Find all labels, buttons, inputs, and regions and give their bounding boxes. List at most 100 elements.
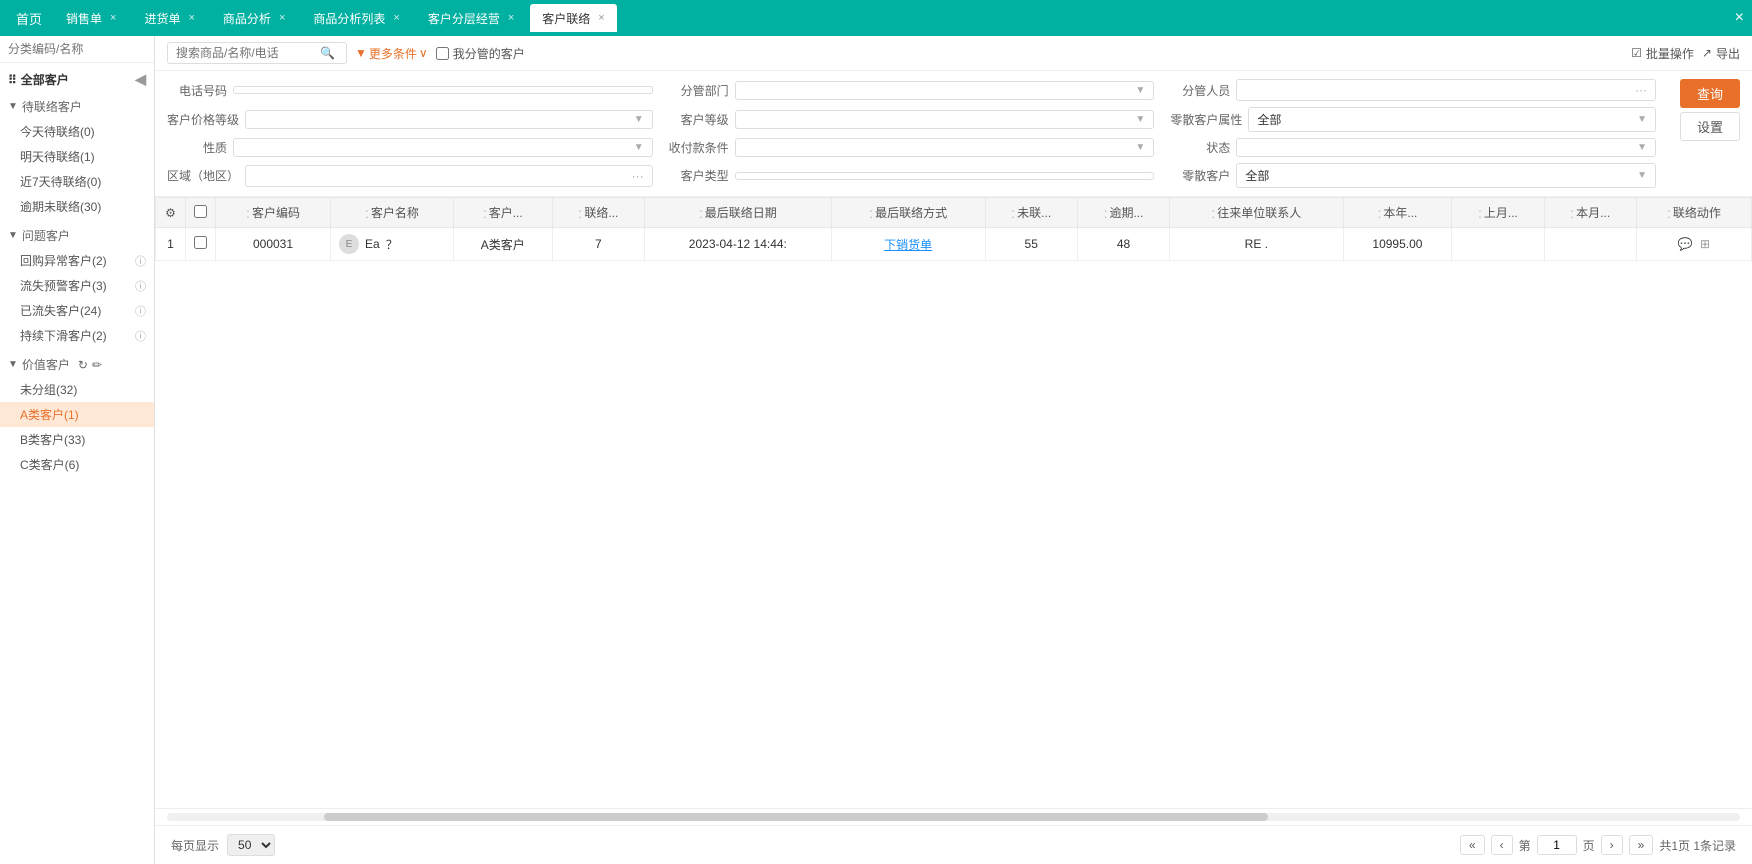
sidebar-item-repurchase-abnormal[interactable]: 回购异常客户(2) ⓘ: [0, 248, 154, 273]
row-checkbox[interactable]: [186, 228, 216, 261]
retail-attr-select[interactable]: 全部▼: [1248, 107, 1656, 132]
section-value-title[interactable]: ▼ 价值客户 ↻ ✏: [0, 352, 154, 377]
sidebar-item-churn-warning[interactable]: 流失预警客户(3) ⓘ: [0, 273, 154, 298]
export-button[interactable]: ↗ 导出: [1702, 45, 1740, 62]
tab-goods-analysis[interactable]: 商品分析 ×: [211, 4, 297, 32]
dept-label: 分管部门: [669, 82, 729, 99]
section-pending-contact-title[interactable]: ▼ 待联络客户: [0, 94, 154, 119]
status-select[interactable]: ▼: [1236, 138, 1656, 157]
customer-level-select[interactable]: ▼: [735, 110, 1155, 129]
all-customers-label[interactable]: 全部客户: [21, 71, 69, 88]
region-input[interactable]: ···: [245, 165, 653, 187]
tab-customer-contact-close[interactable]: ×: [598, 12, 604, 24]
tab-customer-segment-label: 客户分层经营: [428, 10, 500, 27]
chevron-icon-6: ▼: [1135, 142, 1145, 153]
sidebar-item-overdue-contact[interactable]: 逾期未联络(30): [0, 194, 154, 219]
person-input[interactable]: ···: [1236, 79, 1656, 101]
sidebar-item-7days-contact[interactable]: 近7天待联络(0): [0, 169, 154, 194]
customer-name-text[interactable]: Ea: [365, 237, 380, 251]
info-icon-3[interactable]: ⓘ: [135, 303, 146, 319]
scroll-thumb[interactable]: [324, 813, 1268, 821]
prev-page-button[interactable]: ‹: [1491, 835, 1513, 855]
query-button[interactable]: 查询: [1680, 79, 1740, 108]
customer-level-label: 客户等级: [669, 111, 729, 128]
per-page-select[interactable]: 50: [227, 834, 275, 856]
retail-customer-select[interactable]: 全部▼: [1236, 163, 1656, 188]
nav-home[interactable]: 首页: [8, 9, 50, 28]
row-last-method[interactable]: 下销货单: [831, 228, 985, 261]
tab-customer-contact-label: 客户联络: [542, 10, 590, 27]
price-level-select[interactable]: ▼: [245, 110, 653, 129]
scroll-track[interactable]: [167, 813, 1740, 821]
phone-label: 电话号码: [167, 82, 227, 99]
sidebar-item-today-label: 今天待联络(0): [20, 123, 95, 140]
phone-input[interactable]: [233, 86, 653, 94]
payment-select[interactable]: ▼: [735, 138, 1155, 157]
info-icon-2[interactable]: ⓘ: [135, 278, 146, 294]
label: 持续下滑客户(2): [20, 327, 107, 344]
table-area: ⚙ 客户编码 客户名称 客户...: [155, 197, 1752, 808]
page-number-input[interactable]: [1537, 835, 1577, 855]
tab-goods-list-close[interactable]: ×: [393, 12, 399, 24]
tab-purchase[interactable]: 进货单 ×: [132, 4, 206, 32]
grid-action-icon[interactable]: ⊞: [1700, 237, 1710, 251]
nature-select[interactable]: ▼: [233, 138, 653, 157]
tab-customer-segment[interactable]: 客户分层经营 ×: [416, 4, 526, 32]
row-last-date: 2023-04-12 14:44:: [645, 228, 832, 261]
sidebar-item-churned[interactable]: 已流失客户(24) ⓘ: [0, 298, 154, 323]
info-icon-4[interactable]: ⓘ: [135, 328, 146, 344]
total-info: 共1页 1条记录: [1659, 837, 1736, 854]
tab-goods-analysis-close[interactable]: ×: [279, 12, 285, 24]
tab-sales[interactable]: 销售单 ×: [54, 4, 128, 32]
horizontal-scrollbar[interactable]: [155, 808, 1752, 825]
th-action: 联络动作: [1636, 198, 1751, 228]
select-all-checkbox[interactable]: [194, 205, 207, 218]
customer-type-input[interactable]: [735, 172, 1155, 180]
row-actions[interactable]: 💬 ⊞: [1636, 228, 1751, 261]
tab-purchase-close[interactable]: ×: [188, 12, 194, 24]
sidebar-item-declining[interactable]: 持续下滑客户(2) ⓘ: [0, 323, 154, 348]
my-customers-checkbox[interactable]: 我分管的客户: [436, 45, 525, 62]
sidebar-item-unclassified[interactable]: 未分组(32): [0, 377, 154, 402]
sidebar-item-tomorrow-contact[interactable]: 明天待联络(1): [0, 144, 154, 169]
info-icon[interactable]: ⓘ: [135, 253, 146, 269]
row-select-checkbox[interactable]: [194, 236, 207, 249]
tab-sales-close[interactable]: ×: [110, 12, 116, 24]
sidebar-item-a-class[interactable]: A类客户(1): [0, 402, 154, 427]
first-page-button[interactable]: «: [1460, 835, 1485, 855]
refresh-icon[interactable]: ↻: [78, 358, 88, 372]
sidebar-search-input[interactable]: [8, 42, 155, 56]
gear-icon[interactable]: ⚙: [165, 206, 176, 220]
more-conditions-button[interactable]: ▼ 更多条件 ∨: [355, 45, 428, 62]
chat-icon[interactable]: 💬: [1678, 237, 1693, 251]
tab-customer-segment-close[interactable]: ×: [508, 12, 514, 24]
sidebar-item-c-class[interactable]: C类客户(6): [0, 452, 154, 477]
filter-search-container: 🔍: [167, 42, 347, 64]
page-label: 第: [1519, 837, 1531, 854]
last-page-button[interactable]: »: [1629, 835, 1654, 855]
batch-operation-button[interactable]: ☑ 批量操作: [1631, 45, 1694, 62]
th-last-date: 最后联络日期: [645, 198, 832, 228]
filter-search-icon[interactable]: 🔍: [320, 46, 335, 60]
tab-customer-contact[interactable]: 客户联络 ×: [530, 4, 616, 32]
chevron-icon-5: ▼: [634, 142, 644, 153]
th-settings[interactable]: ⚙: [156, 198, 186, 228]
my-customers-checkbox-input[interactable]: [436, 47, 449, 60]
section-problem-title[interactable]: ▼ 问题客户: [0, 223, 154, 248]
sidebar-collapse-button[interactable]: ◀: [135, 71, 146, 88]
next-page-button[interactable]: ›: [1601, 835, 1623, 855]
th-checkbox[interactable]: [186, 198, 216, 228]
sidebar-item-b-class[interactable]: B类客户(33): [0, 427, 154, 452]
settings-button[interactable]: 设置: [1680, 112, 1740, 141]
filter-search-input[interactable]: [176, 46, 316, 60]
last-method-link[interactable]: 下销货单: [884, 238, 932, 252]
filter-field-status: 状态 ▼: [1170, 138, 1656, 157]
tab-goods-list[interactable]: 商品分析列表 ×: [301, 4, 411, 32]
tab-goods-analysis-label: 商品分析: [223, 10, 271, 27]
table-header-row: ⚙ 客户编码 客户名称 客户...: [156, 198, 1752, 228]
dept-select[interactable]: ▼: [735, 81, 1155, 100]
sidebar-item-today-contact[interactable]: 今天待联络(0): [0, 119, 154, 144]
edit-icon[interactable]: ✏: [92, 358, 102, 372]
filter-field-retail-customer: 零散客户 全部▼: [1170, 163, 1656, 188]
close-all-tabs-button[interactable]: ×: [1735, 9, 1744, 27]
